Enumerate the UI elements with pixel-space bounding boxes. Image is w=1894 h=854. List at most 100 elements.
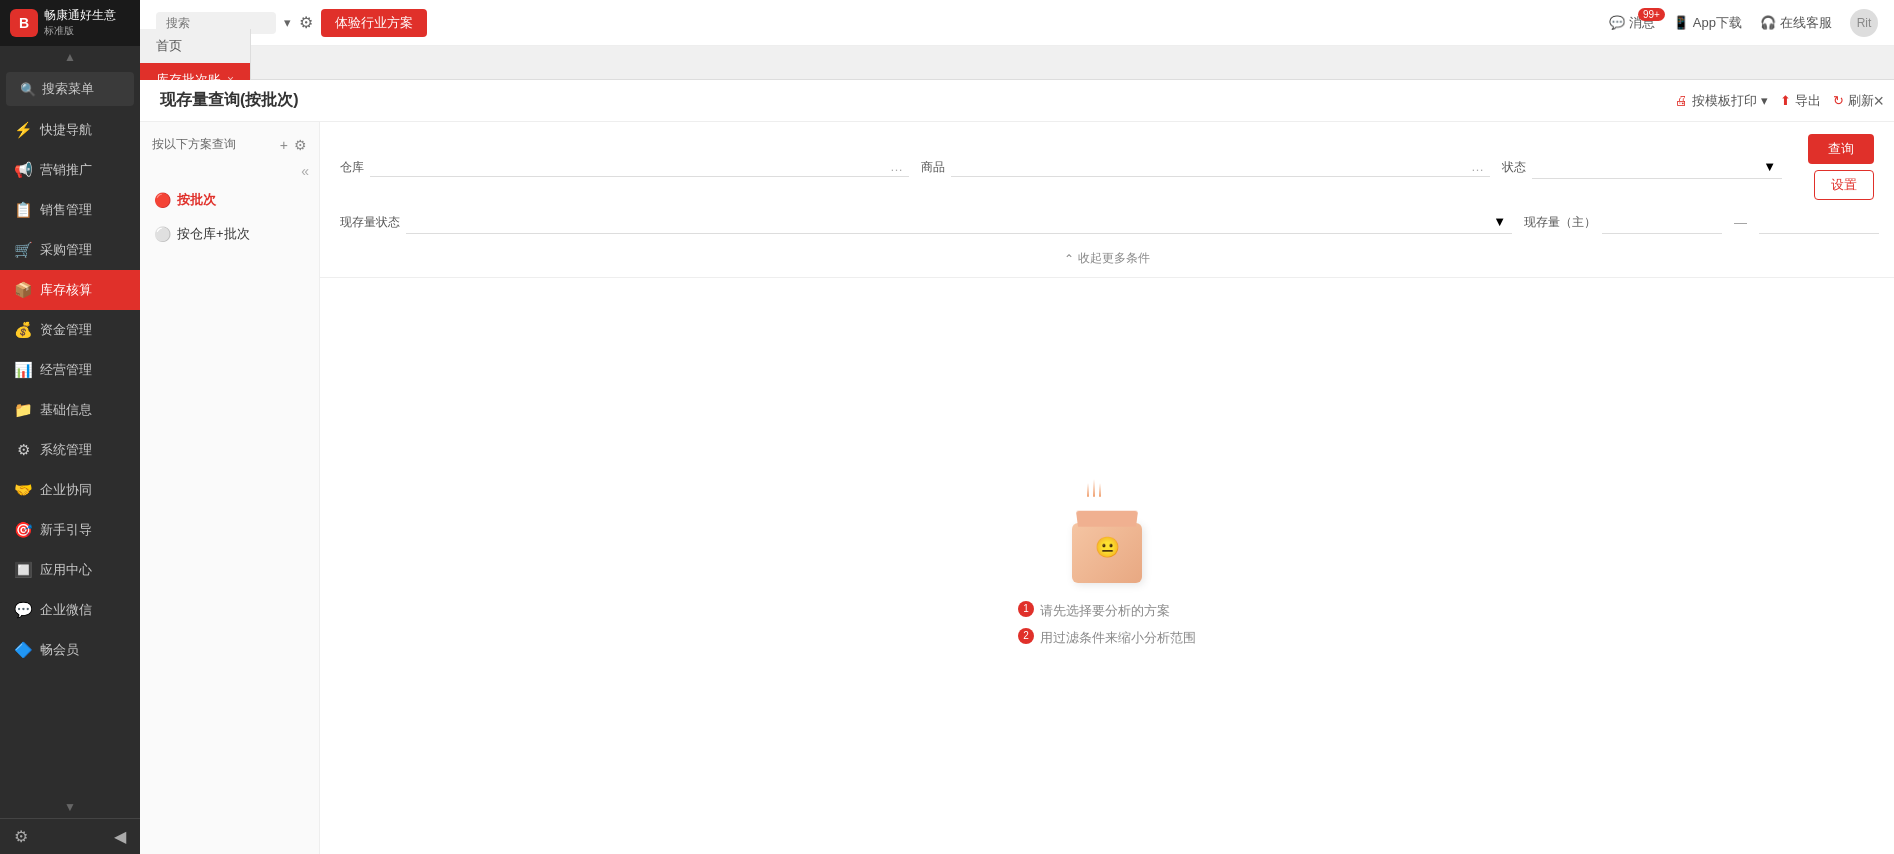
body-split: 按以下方案查询 + ⚙ « 🔴按批次⚪按仓库+批次 仓库 — [140, 122, 1894, 854]
collapse-label: 收起更多条件 — [1078, 250, 1150, 267]
refresh-btn[interactable]: ↻ 刷新 — [1833, 92, 1874, 110]
finance-icon: 💰 — [14, 321, 32, 339]
sidebar-item-guide[interactable]: 🎯新手引导 — [0, 510, 140, 550]
user-menu-btn[interactable]: Rit — [1850, 9, 1878, 37]
tab-label: 首页 — [156, 37, 182, 55]
empty-tip-1: 1 请先选择要分析的方案 — [1018, 599, 1196, 622]
collapse-sidebar-icon[interactable]: ◀ — [114, 827, 126, 846]
sidebar-item-wechat[interactable]: 💬 企业微信 — [0, 590, 140, 630]
scheme-settings-icon[interactable]: ⚙ — [294, 137, 307, 153]
stock-qty-from[interactable] — [1602, 210, 1722, 234]
tab-home[interactable]: 首页 — [140, 29, 251, 63]
query-btn[interactable]: 查询 — [1808, 134, 1874, 164]
sidebar-item-operations[interactable]: 📊经营管理 — [0, 350, 140, 390]
add-scheme-icon[interactable]: + — [280, 137, 288, 153]
sidebar-item-basic[interactable]: 📁基础信息 — [0, 390, 140, 430]
sidebar-scroll-down[interactable]: ▼ — [0, 796, 140, 818]
messages-badge: 99+ — [1638, 8, 1665, 21]
trial-btn[interactable]: 体验行业方案 — [321, 9, 427, 37]
warehouse-more-icon[interactable]: … — [890, 159, 903, 174]
basic-icon: 📁 — [14, 401, 32, 419]
sidebar-scroll-up[interactable]: ▲ — [0, 46, 140, 68]
online-service-label: 在线客服 — [1780, 14, 1832, 32]
page-header-actions: 🖨 按模板打印 ▾ ⬆ 导出 ↻ 刷新 — [1675, 92, 1874, 110]
filter-actions: 查询 设置 — [1794, 134, 1874, 200]
sidebar-item-label: 应用中心 — [40, 561, 92, 579]
empty-tip-2: 2 用过滤条件来缩小分析范围 — [1018, 626, 1196, 649]
steam-decoration — [1087, 483, 1101, 497]
print-icon: 🖨 — [1675, 93, 1688, 108]
scheme-list: 🔴按批次⚪按仓库+批次 — [140, 183, 319, 251]
collapse-panel-btn[interactable]: « — [140, 159, 319, 183]
search-dropdown-btn[interactable]: ▾ — [284, 15, 291, 30]
scheme-item-by-batch[interactable]: 🔴按批次 — [140, 183, 319, 217]
collapse-filters-btn[interactable]: ⌃ 收起更多条件 — [340, 244, 1874, 273]
sidebar-item-purchase[interactable]: 🛒采购管理 — [0, 230, 140, 270]
inventory-icon: 📦 — [14, 281, 32, 299]
topbar-gear-icon[interactable]: ⚙ — [299, 13, 313, 32]
print-btn[interactable]: 🖨 按模板打印 ▾ — [1675, 92, 1768, 110]
goods-more-icon[interactable]: … — [1471, 159, 1484, 174]
tabs-bar: 首页库存批次账× — [140, 46, 1894, 80]
sidebar-header: B 畅康通好生意 标准版 — [0, 0, 140, 46]
sidebar-item-finance[interactable]: 💰 资金管理 — [0, 310, 140, 350]
member-icon: 🔷 — [14, 641, 32, 659]
left-panel: 按以下方案查询 + ⚙ « 🔴按批次⚪按仓库+批次 — [140, 122, 320, 854]
sidebar-footer: ⚙ ◀ — [0, 818, 140, 854]
sidebar-item-inventory[interactable]: 📦库存核算 — [0, 270, 140, 310]
sidebar-item-system[interactable]: ⚙系统管理 — [0, 430, 140, 470]
sidebar-search[interactable]: 🔍 搜索菜单 — [6, 72, 134, 106]
messages-btn[interactable]: 💬 消息 99+ — [1609, 14, 1655, 32]
goods-input[interactable] — [957, 159, 1471, 174]
sidebar-item-label: 畅会员 — [40, 641, 79, 659]
status-select[interactable]: ▼ — [1532, 155, 1782, 179]
headset-icon: 🎧 — [1760, 15, 1776, 30]
sidebar-item-label: 企业微信 — [40, 601, 92, 619]
warehouse-label: 仓库 — [340, 159, 364, 176]
app-logo: B — [10, 9, 38, 37]
marketing-icon: 📢 — [14, 161, 32, 179]
topbar-right: 💬 消息 99+ 📱 App下载 🎧 在线客服 Rit — [1609, 9, 1878, 37]
stock-qty-label: 现存量（主） — [1524, 214, 1596, 231]
stock-status-label: 现存量状态 — [340, 214, 400, 231]
purchase-icon: 🛒 — [14, 241, 32, 259]
empty-box: 😐 — [1072, 523, 1142, 583]
settings-btn[interactable]: 设置 — [1814, 170, 1874, 200]
filter-area: 仓库 … 商品 … — [320, 122, 1894, 278]
sidebar-item-enterprise[interactable]: 🤝企业协同 — [0, 470, 140, 510]
user-name: Rit — [1857, 16, 1872, 30]
wechat-icon: 💬 — [14, 601, 32, 619]
online-service-btn[interactable]: 🎧 在线客服 — [1760, 14, 1832, 32]
sidebar-search-label: 搜索菜单 — [42, 80, 94, 98]
topbar: ▾ ⚙ 体验行业方案 💬 消息 99+ 📱 App下载 🎧 在线客服 Rit — [140, 0, 1894, 46]
steam-line-2 — [1093, 479, 1095, 497]
settings-icon[interactable]: ⚙ — [14, 827, 28, 846]
app-info: 畅康通好生意 标准版 — [44, 8, 116, 38]
warehouse-input[interactable] — [376, 159, 890, 174]
sidebar-item-app-center[interactable]: 🔲 应用中心 — [0, 550, 140, 590]
stock-status-filter: 现存量状态 ▼ — [340, 210, 1512, 234]
stock-status-select[interactable]: ▼ — [406, 210, 1512, 234]
sidebar-item-label: 资金管理 — [40, 321, 92, 339]
app-download-btn[interactable]: 📱 App下载 — [1673, 14, 1742, 32]
page-close-btn[interactable]: × — [1873, 90, 1884, 111]
left-panel-title: 按以下方案查询 — [152, 136, 236, 153]
quick-nav-icon: ⚡ — [14, 121, 32, 139]
sidebar-item-quick-nav[interactable]: ⚡快捷导航 — [0, 110, 140, 150]
by-warehouse-batch-scheme-icon: ⚪ — [154, 226, 171, 242]
page-title: 现存量查询(按批次) — [160, 90, 299, 111]
scheme-item-by-warehouse-batch[interactable]: ⚪按仓库+批次 — [140, 217, 319, 251]
sidebar-item-label: 营销推广 — [40, 161, 92, 179]
stock-qty-to[interactable] — [1759, 210, 1879, 234]
sidebar-item-label: 新手引导 — [40, 521, 92, 539]
sidebar-item-marketing[interactable]: 📢 营销推广 — [0, 150, 140, 190]
export-btn[interactable]: ⬆ 导出 — [1780, 92, 1821, 110]
app-version: 标准版 — [44, 24, 116, 38]
sidebar-item-sales[interactable]: 📋销售管理 — [0, 190, 140, 230]
sidebar-item-member[interactable]: 🔷 畅会员 — [0, 630, 140, 670]
stock-qty-filter: 现存量（主） — — [1524, 210, 1874, 234]
app-center-icon: 🔲 — [14, 561, 32, 579]
filter-row-2: 现存量状态 ▼ 现存量（主） — — [340, 210, 1874, 234]
tip-1-text: 请先选择要分析的方案 — [1040, 599, 1170, 622]
sidebar-nav: ⚡快捷导航 📢 营销推广 📋销售管理🛒采购管理📦库存核算 💰 资金管理 📊经营管理📁基础信息… — [0, 110, 140, 670]
